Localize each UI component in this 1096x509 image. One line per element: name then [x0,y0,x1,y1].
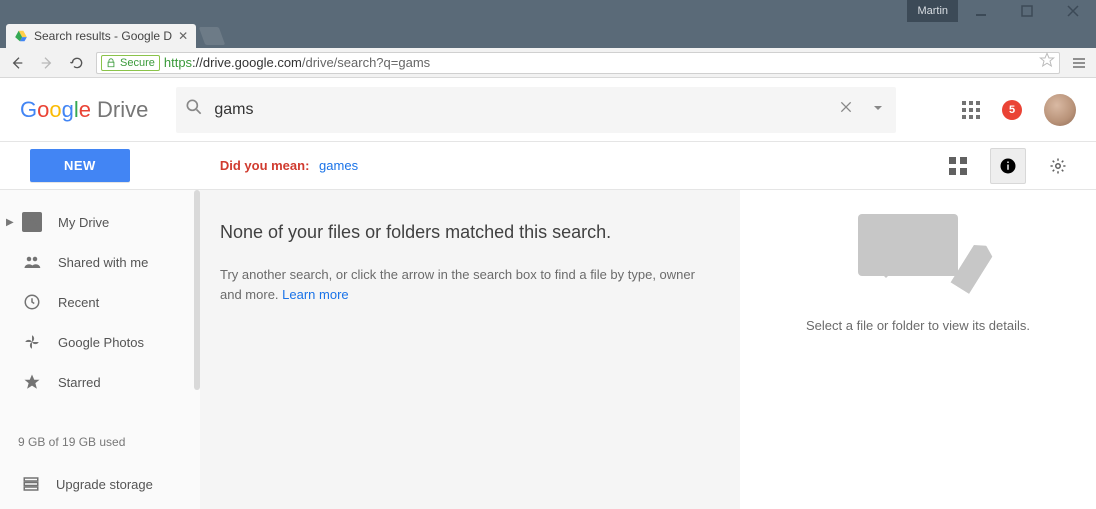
google-apps-button[interactable] [962,101,980,119]
details-pane: Select a file or folder to view its deta… [740,190,1096,509]
drive-favicon-icon [14,29,28,43]
sidebar-item-label: My Drive [58,215,109,230]
minimize-icon [975,5,987,17]
did-you-mean-label: Did you mean: [220,158,310,173]
secure-label: Secure [120,57,155,69]
drive-header: Google Drive 5 [0,78,1096,142]
grid-view-icon [949,157,967,175]
did-you-mean: Did you mean: games [220,158,358,173]
window-maximize-button[interactable] [1004,0,1050,22]
caret-down-icon [872,102,884,114]
no-results-body: Try another search, or click the arrow i… [220,265,720,304]
star-icon [1039,52,1055,68]
notifications-badge[interactable]: 5 [1002,100,1022,120]
star-filled-icon [22,372,42,392]
sidebar-item-starred[interactable]: Starred [0,362,200,402]
storage-icon [22,475,40,493]
drive-toolbar: NEW Did you mean: games [0,142,1096,190]
browser-tabstrip: Search results - Google D ✕ [0,22,1096,48]
url-path: /drive/search?q=gams [302,55,430,70]
photos-icon [22,332,42,352]
details-placeholder-icon [848,214,988,294]
address-bar[interactable]: Secure https://drive.google.com/drive/se… [96,52,1060,74]
bookmark-button[interactable] [1039,52,1055,73]
did-you-mean-link[interactable]: games [319,158,358,173]
browser-urlbar: Secure https://drive.google.com/drive/se… [0,48,1096,78]
nav-reload-button[interactable] [66,52,88,74]
sidebar-item-my-drive[interactable]: ▶ My Drive [0,202,200,242]
browser-menu-button[interactable] [1068,52,1090,74]
browser-tab-active[interactable]: Search results - Google D ✕ [6,24,196,48]
search-input[interactable] [214,101,824,119]
window-minimize-button[interactable] [958,0,1004,22]
drive-wordmark: Drive [97,97,148,123]
my-drive-icon [22,212,42,232]
search-icon [184,97,204,122]
new-button[interactable]: NEW [30,149,130,182]
arrow-right-icon [39,55,55,71]
drive-body: ▶ My Drive Shared with me Recent Google … [0,190,1096,509]
main-content: None of your files or folders matched th… [200,190,1096,509]
account-avatar[interactable] [1044,94,1076,126]
window-titlebar: Martin [0,0,1096,22]
expand-arrow-icon[interactable]: ▶ [6,217,14,228]
view-grid-button[interactable] [940,148,976,184]
tab-title: Search results - Google D [34,29,172,43]
close-icon [1067,5,1079,17]
nav-back-button[interactable] [6,52,28,74]
upgrade-storage-label: Upgrade storage [56,477,153,492]
x-icon [838,99,854,115]
settings-button[interactable] [1040,148,1076,184]
details-placeholder-text: Select a file or folder to view its deta… [806,318,1030,333]
no-results-heading: None of your files or folders matched th… [220,222,720,243]
window-user-label: Martin [907,0,958,22]
url-host: ://drive.google.com [192,55,302,70]
learn-more-link[interactable]: Learn more [282,287,348,302]
maximize-icon [1021,5,1033,17]
lock-icon [106,58,116,68]
storage-usage-label: 9 GB of 19 GB used [0,421,200,463]
sidebar-item-label: Shared with me [58,255,148,270]
window-close-button[interactable] [1050,0,1096,22]
drive-logo[interactable]: Google Drive [20,97,148,123]
arrow-left-icon [9,55,25,71]
search-options-button[interactable] [868,97,888,123]
reload-icon [69,55,85,71]
search-box[interactable] [176,87,896,133]
url-text: https://drive.google.com/drive/search?q=… [164,55,430,70]
sidebar-item-shared[interactable]: Shared with me [0,242,200,282]
sidebar-item-label: Google Photos [58,335,144,350]
sidebar-item-photos[interactable]: Google Photos [0,322,200,362]
sidebar-item-label: Recent [58,295,99,310]
tab-close-button[interactable]: ✕ [178,30,188,42]
sidebar: ▶ My Drive Shared with me Recent Google … [0,190,200,509]
gear-icon [1049,157,1067,175]
search-results-pane: None of your files or folders matched th… [200,190,740,509]
sidebar-item-recent[interactable]: Recent [0,282,200,322]
clock-icon [22,292,42,312]
shared-icon [22,252,42,272]
hamburger-icon [1071,55,1087,71]
details-pane-button[interactable] [990,148,1026,184]
google-wordmark: Google [20,97,91,123]
new-tab-button[interactable] [199,27,226,45]
sidebar-item-label: Starred [58,375,101,390]
nav-forward-button[interactable] [36,52,58,74]
url-scheme: https [164,55,192,70]
upgrade-storage-link[interactable]: Upgrade storage [0,463,200,509]
search-clear-button[interactable] [834,95,858,124]
info-icon [999,157,1017,175]
secure-chip: Secure [101,55,160,71]
